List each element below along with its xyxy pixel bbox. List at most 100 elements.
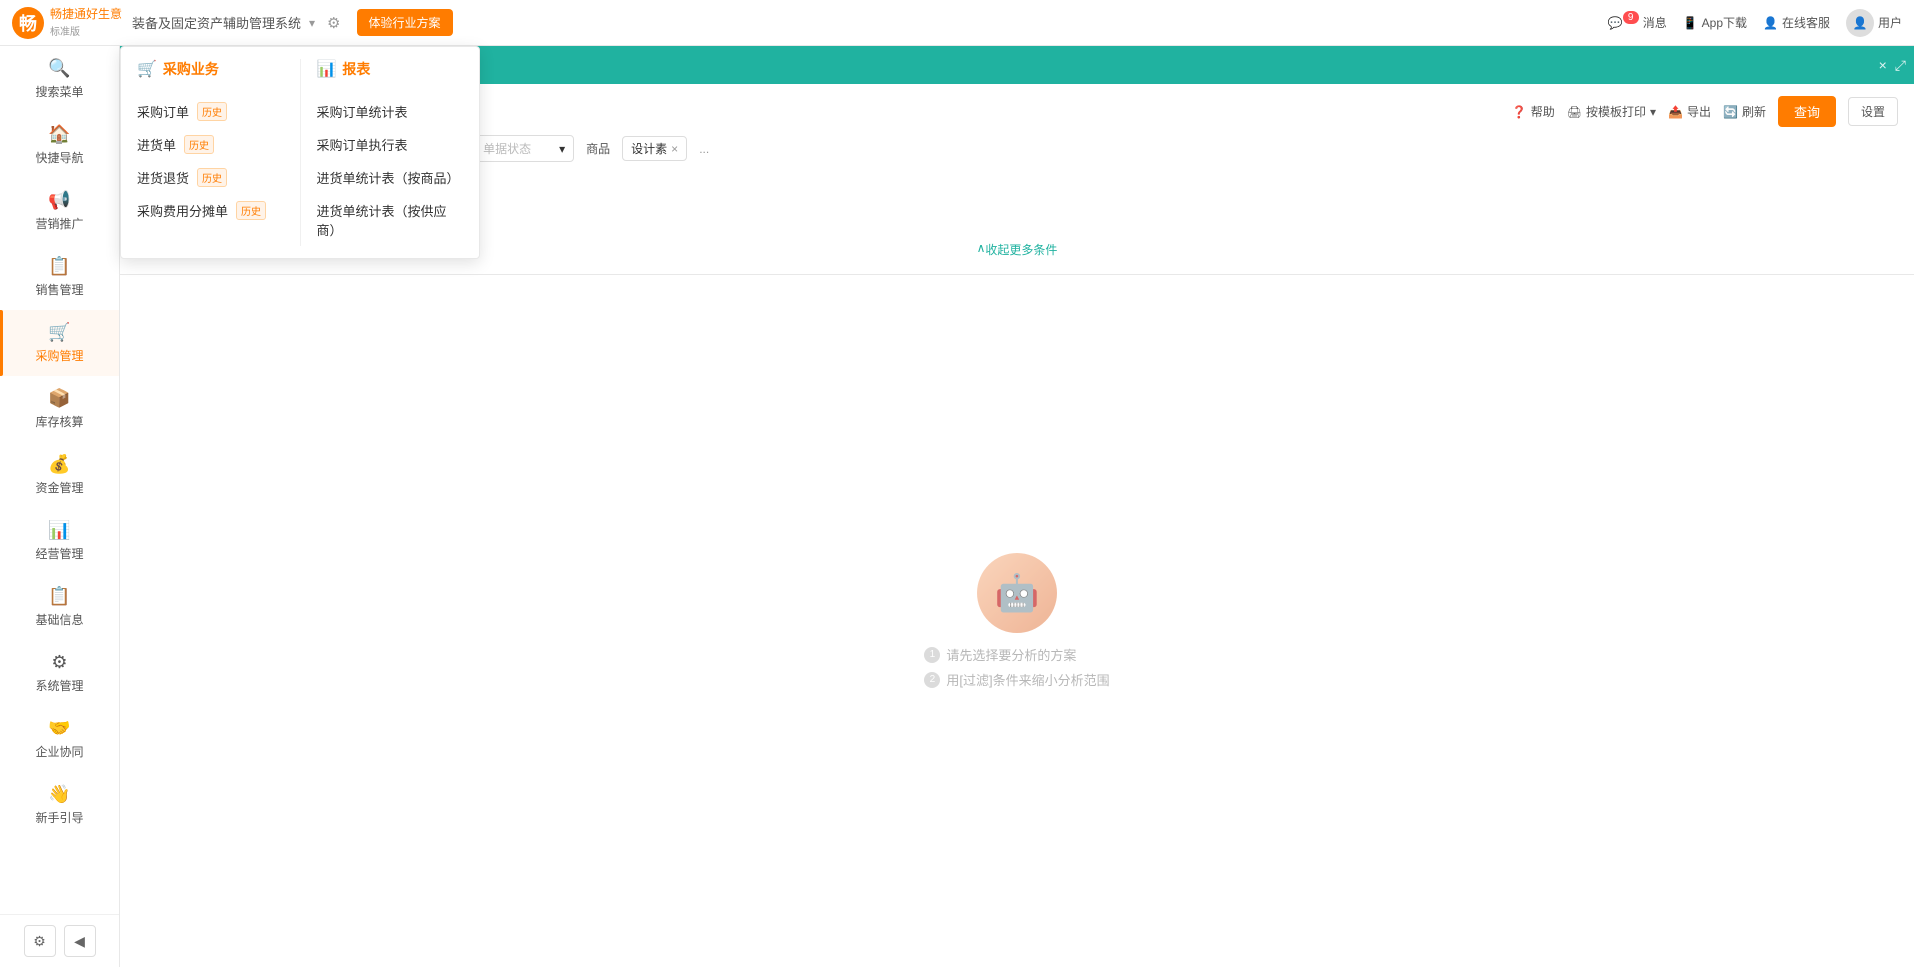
sidebar-item-basic-info[interactable]: 📋 基础信息: [0, 574, 119, 640]
main-layout: 🔍 搜索菜单 🏠 快捷导航 📢 营销推广 📋 销售管理 🛒 采购管理 📦 库存核…: [0, 46, 1914, 967]
purchase-icon: 🛒: [48, 322, 70, 343]
settings-button[interactable]: 设置: [1848, 97, 1898, 126]
purchase-col-icon: 🛒: [137, 59, 157, 79]
marketing-icon: 📢: [48, 190, 70, 211]
dropdown-item-purchase-order[interactable]: 采购订单 历史: [137, 95, 284, 128]
dropdown-item-goods-stats-by-supplier[interactable]: 进货单统计表（按供应商）: [317, 194, 464, 246]
logo-icon: 畅: [12, 7, 44, 39]
goods-return-label: 进货退货: [137, 168, 189, 187]
system-title: 装备及固定资产辅助管理系统: [132, 13, 301, 32]
notification-badge: 9: [1623, 11, 1639, 24]
doc-status-arrow: ▾: [559, 142, 565, 156]
sidebar-item-finance[interactable]: 💰 资金管理: [0, 442, 119, 508]
enterprise-icon: 🤝: [48, 718, 70, 739]
dropdown-columns: 🛒 采购业务 采购订单 历史 进货单 历史 进货退货 历史: [121, 59, 479, 246]
export-btn[interactable]: 📤 导出: [1668, 103, 1711, 120]
gear-small-icon: ⚙: [33, 933, 46, 950]
goods-tag: 设计素 ×: [622, 136, 687, 161]
sidebar-item-purchase[interactable]: 🛒 采购管理: [0, 310, 119, 376]
dropdown-item-purchase-order-exec[interactable]: 采购订单执行表: [317, 128, 464, 161]
online-service-item[interactable]: 👤 在线客服: [1763, 14, 1830, 31]
refresh-label: 刷新: [1742, 103, 1766, 120]
goods-more-icon[interactable]: ...: [699, 142, 709, 156]
help-btn[interactable]: ❓ 帮助: [1512, 103, 1555, 120]
title-arrow-icon[interactable]: ▾: [309, 16, 315, 30]
sidebar-label-enterprise: 企业协同: [35, 743, 83, 760]
dropdown-item-purchase-order-stats[interactable]: 采购订单统计表: [317, 95, 464, 128]
history-badge-3: 历史: [236, 201, 266, 220]
user-item[interactable]: 👤 用户: [1846, 9, 1902, 37]
sidebar-item-search[interactable]: 🔍 搜索菜单: [0, 46, 119, 112]
sidebar-label-purchase: 采购管理: [35, 347, 83, 364]
sidebar-item-enterprise[interactable]: 🤝 企业协同: [0, 706, 119, 772]
top-right-actions: 💬 9 消息 📱 App下载 👤 在线客服 👤 用户: [1608, 9, 1902, 37]
empty-hint-1: 1 请先选择要分析的方案: [924, 645, 1109, 664]
tab-close-all-icon[interactable]: ×: [1879, 57, 1887, 73]
search-icon: 🔍: [48, 58, 70, 79]
sidebar: 🔍 搜索菜单 🏠 快捷导航 📢 营销推广 📋 销售管理 🛒 采购管理 📦 库存核…: [0, 46, 120, 967]
report-col-title: 📊 报表: [317, 59, 464, 85]
settings-gear-icon[interactable]: ⚙: [327, 14, 340, 32]
help-icon: ❓: [1512, 105, 1527, 119]
user-label: 用户: [1878, 14, 1902, 31]
sales-icon: 📋: [48, 256, 70, 277]
finance-icon: 💰: [48, 454, 70, 475]
sidebar-item-inventory[interactable]: 📦 库存核算: [0, 376, 119, 442]
sidebar-label-quick-nav: 快捷导航: [35, 149, 83, 166]
avatar: 👤: [1846, 9, 1874, 37]
dropdown-menu: 🛒 采购业务 采购订单 历史 进货单 历史 进货退货 历史: [120, 46, 480, 259]
report-col-icon: 📊: [317, 59, 337, 79]
sidebar-label-system: 系统管理: [35, 677, 83, 694]
purchase-order-label: 采购订单: [137, 102, 189, 121]
doc-status-value: 单据状态: [483, 140, 555, 157]
refresh-btn[interactable]: 🔄 刷新: [1723, 103, 1766, 120]
dropdown-item-goods-return[interactable]: 进货退货 历史: [137, 161, 284, 194]
history-badge-1: 历史: [184, 135, 214, 154]
purchase-order-stats-label: 采购订单统计表: [317, 102, 408, 121]
sidebar-item-operations[interactable]: 📊 经营管理: [0, 508, 119, 574]
dropdown-item-purchase-expense[interactable]: 采购费用分摊单 历史: [137, 194, 284, 227]
notifications-item[interactable]: 💬 9 消息: [1608, 14, 1667, 31]
sidebar-item-marketing[interactable]: 📢 营销推广: [0, 178, 119, 244]
service-icon: 👤: [1763, 16, 1778, 30]
empty-hint-2: 2 用[过滤]条件来缩小分析范围: [924, 670, 1109, 689]
guide-icon: 👋: [48, 784, 70, 805]
doc-status-select[interactable]: 单据状态 ▾: [474, 135, 574, 162]
sidebar-settings-btn[interactable]: ⚙: [24, 925, 56, 957]
template-print-label: 按模板打印: [1586, 103, 1646, 120]
report-col-title-text: 报表: [342, 59, 370, 79]
empty-state-icon: 🤖: [977, 553, 1057, 633]
refresh-icon: 🔄: [1723, 105, 1738, 119]
sidebar-label-basic-info: 基础信息: [35, 611, 83, 628]
template-print-btn[interactable]: 🖨 按模板打印 ▾: [1567, 103, 1656, 120]
sidebar-item-system[interactable]: ⚙ 系统管理: [0, 640, 119, 706]
query-button[interactable]: 查询: [1778, 96, 1836, 127]
goods-tag-remove-icon[interactable]: ×: [671, 142, 678, 156]
inventory-icon: 📦: [48, 388, 70, 409]
export-label: 导出: [1687, 103, 1711, 120]
app-download-item[interactable]: 📱 App下载: [1683, 14, 1747, 31]
sidebar-label-finance: 资金管理: [35, 479, 83, 496]
sidebar-item-guide[interactable]: 👋 新手引导: [0, 772, 119, 838]
top-bar: 畅 畅捷通好生意 标准版 装备及固定资产辅助管理系统 ▾ ⚙ 体验行业方案 💬 …: [0, 0, 1914, 46]
dropdown-item-goods-receipt[interactable]: 进货单 历史: [137, 128, 284, 161]
purchase-col: 🛒 采购业务 采购订单 历史 进货单 历史 进货退货 历史: [121, 59, 300, 246]
sidebar-label-guide: 新手引导: [35, 809, 83, 826]
logo-sub: 标准版: [50, 23, 122, 38]
online-service-label: 在线客服: [1782, 14, 1830, 31]
sidebar-bottom: ⚙ ◀: [0, 914, 119, 967]
sidebar-item-sales[interactable]: 📋 销售管理: [0, 244, 119, 310]
sidebar-label-sales: 销售管理: [35, 281, 83, 298]
dropdown-item-goods-stats-by-product[interactable]: 进货单统计表（按商品）: [317, 161, 464, 194]
experience-button[interactable]: 体验行业方案: [357, 9, 453, 36]
basic-info-icon: 📋: [48, 586, 70, 607]
history-badge-2: 历史: [197, 168, 227, 187]
main-content: 🤖 1 请先选择要分析的方案 2 用[过滤]条件来缩小分析范围: [120, 275, 1914, 967]
mobile-icon: 📱: [1683, 16, 1698, 30]
tab-maximize-icon[interactable]: ⤢: [1895, 57, 1906, 74]
sidebar-item-quick-nav[interactable]: 🏠 快捷导航: [0, 112, 119, 178]
notification-label: 消息: [1643, 14, 1667, 31]
goods-receipt-label: 进货单: [137, 135, 176, 154]
sidebar-collapse-btn[interactable]: ◀: [64, 925, 96, 957]
logo-area: 畅 畅捷通好生意 标准版: [12, 7, 132, 39]
